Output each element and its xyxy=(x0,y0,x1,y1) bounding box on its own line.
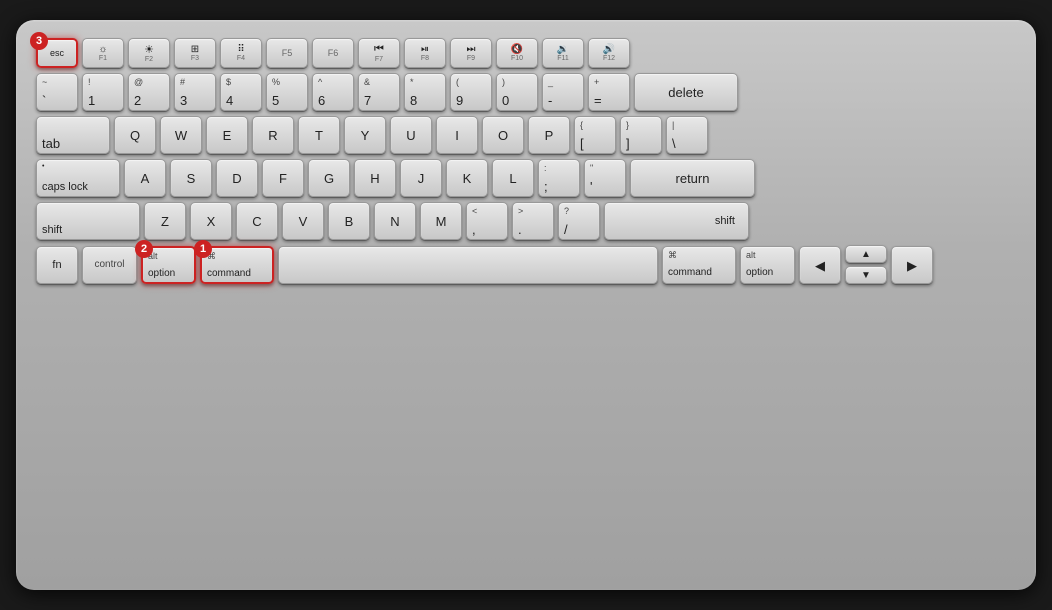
quote-key[interactable]: " ' xyxy=(584,159,626,197)
rbracket-key[interactable]: } ] xyxy=(620,116,662,154)
fn-row: 3 esc ☼ F1 ☀ F2 ⊞ F3 ⠿ F4 xyxy=(36,38,1016,68)
command-right-key[interactable]: ⌘ command xyxy=(662,246,736,284)
f2-key[interactable]: ☀ F2 xyxy=(128,38,170,68)
command-left-key[interactable]: 1 ⌘ command xyxy=(200,246,274,284)
l-key[interactable]: L xyxy=(492,159,534,197)
z-key[interactable]: Z xyxy=(144,202,186,240)
fn-key[interactable]: fn xyxy=(36,246,78,284)
f7-key[interactable]: ⏮ F7 xyxy=(358,38,400,68)
capslock-key[interactable]: • caps lock xyxy=(36,159,120,197)
m-key[interactable]: M xyxy=(420,202,462,240)
period-key[interactable]: > . xyxy=(512,202,554,240)
option-left-key[interactable]: 2 alt option xyxy=(141,246,196,284)
number-row: ~ ` ! 1 @ 2 # 3 $ 4 % 5 ^ 6 & 7 xyxy=(36,73,1016,111)
5-key[interactable]: % 5 xyxy=(266,73,308,111)
shift-right-key[interactable]: shift xyxy=(604,202,749,240)
4-key[interactable]: $ 4 xyxy=(220,73,262,111)
r-key[interactable]: R xyxy=(252,116,294,154)
arrow-left-key[interactable]: ◀ xyxy=(799,246,841,284)
v-key[interactable]: V xyxy=(282,202,324,240)
minus-key[interactable]: _ - xyxy=(542,73,584,111)
arrow-down-key[interactable]: ▼ xyxy=(845,266,887,284)
delete-key[interactable]: delete xyxy=(634,73,738,111)
semicolon-key[interactable]: : ; xyxy=(538,159,580,197)
f9-key[interactable]: ⏭ F9 xyxy=(450,38,492,68)
backslash-key[interactable]: | \ xyxy=(666,116,708,154)
qwerty-row: tab Q W E R T Y U I O P { [ } ] | \ xyxy=(36,116,1016,154)
i-key[interactable]: I xyxy=(436,116,478,154)
control-key[interactable]: control xyxy=(82,246,137,284)
e-key[interactable]: E xyxy=(206,116,248,154)
6-key[interactable]: ^ 6 xyxy=(312,73,354,111)
w-key[interactable]: W xyxy=(160,116,202,154)
shift-left-key[interactable]: shift xyxy=(36,202,140,240)
t-key[interactable]: T xyxy=(298,116,340,154)
b-key[interactable]: B xyxy=(328,202,370,240)
o-key[interactable]: O xyxy=(482,116,524,154)
f10-key[interactable]: 🔇 F10 xyxy=(496,38,538,68)
s-key[interactable]: S xyxy=(170,159,212,197)
y-key[interactable]: Y xyxy=(344,116,386,154)
tab-key[interactable]: tab xyxy=(36,116,110,154)
zxcv-row: shift Z X C V B N M < , > . ? / shift xyxy=(36,202,1016,240)
f4-key[interactable]: ⠿ F4 xyxy=(220,38,262,68)
arrow-up-key[interactable]: ▲ xyxy=(845,245,887,263)
p-key[interactable]: P xyxy=(528,116,570,154)
f12-key[interactable]: 🔊 F12 xyxy=(588,38,630,68)
esc-label: esc xyxy=(50,49,64,58)
return-key[interactable]: return xyxy=(630,159,755,197)
f3-key[interactable]: ⊞ F3 xyxy=(174,38,216,68)
k-key[interactable]: K xyxy=(446,159,488,197)
option-badge: 2 xyxy=(135,240,153,258)
keyboard: 3 esc ☼ F1 ☀ F2 ⊞ F3 ⠿ F4 xyxy=(16,20,1036,590)
f11-key[interactable]: 🔉 F11 xyxy=(542,38,584,68)
f-key[interactable]: F xyxy=(262,159,304,197)
d-key[interactable]: D xyxy=(216,159,258,197)
arrow-right-key[interactable]: ▶ xyxy=(891,246,933,284)
a-key[interactable]: A xyxy=(124,159,166,197)
7-key[interactable]: & 7 xyxy=(358,73,400,111)
x-key[interactable]: X xyxy=(190,202,232,240)
lbracket-key[interactable]: { [ xyxy=(574,116,616,154)
2-key[interactable]: @ 2 xyxy=(128,73,170,111)
3-key[interactable]: # 3 xyxy=(174,73,216,111)
f6-key[interactable]: F6 xyxy=(312,38,354,68)
esc-badge: 3 xyxy=(30,32,48,50)
u-key[interactable]: U xyxy=(390,116,432,154)
tilde-key[interactable]: ~ ` xyxy=(36,73,78,111)
comma-key[interactable]: < , xyxy=(466,202,508,240)
spacebar-key[interactable] xyxy=(278,246,658,284)
h-key[interactable]: H xyxy=(354,159,396,197)
bottom-row: fn control 2 alt option 1 ⌘ command ⌘ co… xyxy=(36,245,1016,284)
0-key[interactable]: ) 0 xyxy=(496,73,538,111)
g-key[interactable]: G xyxy=(308,159,350,197)
esc-key[interactable]: 3 esc xyxy=(36,38,78,68)
slash-key[interactable]: ? / xyxy=(558,202,600,240)
equals-key[interactable]: + = xyxy=(588,73,630,111)
1-key[interactable]: ! 1 xyxy=(82,73,124,111)
c-key[interactable]: C xyxy=(236,202,278,240)
f1-key[interactable]: ☼ F1 xyxy=(82,38,124,68)
9-key[interactable]: ( 9 xyxy=(450,73,492,111)
command-badge: 1 xyxy=(194,240,212,258)
j-key[interactable]: J xyxy=(400,159,442,197)
asdf-row: • caps lock A S D F G H J K L : ; " ' re… xyxy=(36,159,1016,197)
q-key[interactable]: Q xyxy=(114,116,156,154)
option-right-key[interactable]: alt option xyxy=(740,246,795,284)
f8-key[interactable]: ⏯ F8 xyxy=(404,38,446,68)
n-key[interactable]: N xyxy=(374,202,416,240)
f5-key[interactable]: F5 xyxy=(266,38,308,68)
8-key[interactable]: * 8 xyxy=(404,73,446,111)
